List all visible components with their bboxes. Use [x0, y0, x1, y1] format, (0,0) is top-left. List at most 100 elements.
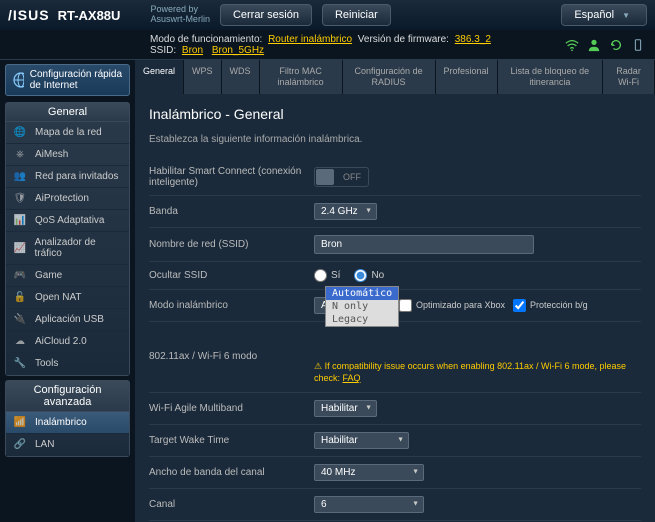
ssid2-link[interactable]: Bron_5GHz: [212, 45, 264, 56]
mode-option-automático[interactable]: Automático: [326, 287, 398, 300]
sidebar-item-label: Mapa de la red: [35, 127, 102, 138]
bg-checkbox-label[interactable]: Protección b/g: [513, 299, 588, 312]
sidebar-icon: ☁: [12, 336, 28, 347]
usb-icon[interactable]: [631, 38, 645, 52]
subheader: Modo de funcionamiento: Router inalámbri…: [0, 30, 655, 60]
mode-link[interactable]: Router inalámbrico: [268, 34, 352, 45]
sidebar-icon: 🔗: [12, 439, 28, 450]
bg-text: Protección b/g: [530, 300, 588, 310]
sidebar-item-aplicación-usb[interactable]: 🔌 Aplicación USB: [6, 309, 129, 331]
ax-warn-text: If compatibility issue occurs when enabl…: [314, 361, 626, 384]
sidebar-icon: 🎮: [12, 270, 28, 281]
ch-label: Canal: [149, 499, 314, 510]
row-bandwidth: Ancho de banda del canal 40 MHz: [149, 457, 641, 489]
sidebar-item-inalámbrico[interactable]: 📶Inalámbrico: [6, 412, 129, 434]
sidebar-item-game[interactable]: 🎮Game: [6, 265, 129, 287]
hide-ssid-yes[interactable]: Sí: [314, 269, 340, 282]
twt-select[interactable]: Habilitar: [314, 432, 409, 449]
sidebar-item-aicloud-2.0[interactable]: ☁ AiCloud 2.0: [6, 331, 129, 353]
row-smart-connect: Habilitar Smart Connect (conexión inteli…: [149, 159, 641, 196]
ssid-input[interactable]: [314, 235, 534, 254]
ssid-field-label: Nombre de red (SSID): [149, 239, 314, 250]
ssid1-link[interactable]: Bron: [182, 45, 203, 56]
sidebar-item-qos-adaptativa[interactable]: 📊QoS Adaptativa: [6, 210, 129, 232]
hide-ssid-yes-radio[interactable]: [314, 269, 327, 282]
tab-configuración-de-radius[interactable]: Configuración de RADIUS: [343, 60, 436, 94]
sidebar-icon: 🌐: [12, 127, 28, 138]
page-desc: Establezca la siguiente información inal…: [149, 134, 641, 145]
language-selector[interactable]: Español: [561, 4, 647, 26]
sidebar-advanced-head: Configuración avanzada: [6, 381, 129, 412]
user-icon[interactable]: [587, 38, 601, 52]
sidebar-item-mapa-de-la-red[interactable]: 🌐 Mapa de la red: [6, 122, 129, 144]
reboot-button[interactable]: Reiniciar: [322, 4, 391, 26]
sidebar-item-lan[interactable]: 🔗 LAN: [6, 434, 129, 456]
sidebar-item-label: AiCloud 2.0: [35, 336, 87, 347]
tabs: GeneralWPSWDSFiltro MAC inalámbricoConfi…: [135, 60, 655, 94]
tab-general[interactable]: General: [135, 60, 184, 94]
hide-ssid-no[interactable]: No: [354, 269, 384, 282]
ax-warning: ⚠ If compatibility issue occurs when ena…: [314, 360, 641, 385]
logout-button[interactable]: Cerrar sesión: [220, 4, 312, 26]
row-ax-mode: 802.11ax / Wi-Fi 6 modo Habilitar ⚠ If c…: [149, 322, 641, 393]
page-title: Inalámbrico - General: [149, 106, 641, 122]
sidebar-icon: 🔌: [12, 314, 28, 325]
ax-label: 802.11ax / Wi-Fi 6 modo: [149, 351, 314, 362]
smart-connect-label: Habilitar Smart Connect (conexión inteli…: [149, 166, 314, 188]
sidebar-item-tools[interactable]: 🔧Tools: [6, 353, 129, 375]
xbox-checkbox-label[interactable]: Optimizado para Xbox: [399, 299, 505, 312]
tab-wps[interactable]: WPS: [184, 60, 222, 94]
bg-checkbox[interactable]: [513, 299, 526, 312]
row-band: Banda 2.4 GHz: [149, 196, 641, 228]
agile-select[interactable]: Habilitar: [314, 400, 377, 417]
powered-name: Asuswrt-Merlin: [150, 15, 210, 25]
bw-select[interactable]: 40 MHz: [314, 464, 424, 481]
qis-button[interactable]: Configuración rápida de Internet: [5, 64, 130, 96]
hide-no-text: No: [371, 270, 384, 281]
wifi-icon[interactable]: [565, 38, 579, 52]
tab-radar-wi-fi[interactable]: Radar Wi-Fi: [603, 60, 655, 94]
sidebar-icon: 📶: [12, 417, 28, 428]
globe-icon: [12, 71, 24, 89]
refresh-icon[interactable]: [609, 38, 623, 52]
sidebar-item-label: LAN: [35, 439, 54, 450]
sidebar-icon: 🔧: [12, 358, 28, 369]
sidebar-item-label: AiMesh: [35, 149, 68, 160]
sidebar-item-analizador-de-tráfico[interactable]: 📈Analizador de tráfico: [6, 232, 129, 265]
sidebar-icon: 📊: [12, 215, 28, 226]
tab-wds[interactable]: WDS: [222, 60, 260, 94]
ch-select[interactable]: 6: [314, 496, 424, 513]
xbox-text: Optimizado para Xbox: [416, 300, 505, 310]
hide-ssid-no-radio[interactable]: [354, 269, 367, 282]
sidebar-icon: 🛡: [12, 193, 28, 204]
tab-filtro-mac-inalámbrico[interactable]: Filtro MAC inalámbrico: [260, 60, 343, 94]
hide-ssid-label: Ocultar SSID: [149, 270, 314, 281]
fw-link[interactable]: 386.3_2: [455, 34, 491, 45]
row-ssid: Nombre de red (SSID): [149, 228, 641, 262]
band-select[interactable]: 2.4 GHz: [314, 203, 377, 220]
xbox-checkbox[interactable]: [399, 299, 412, 312]
sidebar-item-red-para-invitados[interactable]: 👥Red para invitados: [6, 166, 129, 188]
sidebar-icon: ⎈: [12, 149, 28, 160]
status-icons: [565, 38, 645, 52]
sidebar-icon: 👥: [12, 171, 28, 182]
tab-lista-de-bloqueo-de-itinerancia[interactable]: Lista de bloqueo de itinerancia: [498, 60, 604, 94]
mode-option-legacy[interactable]: Legacy: [326, 313, 398, 326]
row-twt: Target Wake Time Habilitar: [149, 425, 641, 457]
sidebar-general-head: General: [6, 103, 129, 122]
sidebar-item-aimesh[interactable]: ⎈ AiMesh: [6, 144, 129, 166]
sidebar-item-open-nat[interactable]: 🔓Open NAT: [6, 287, 129, 309]
sidebar-item-label: Aplicación USB: [35, 314, 104, 325]
subheader-line1: Modo de funcionamiento: Router inalámbri…: [150, 34, 494, 56]
mode-option-n-only[interactable]: N only: [326, 300, 398, 313]
model-name: RT-AX88U: [58, 8, 121, 23]
bw-label: Ancho de banda del canal: [149, 467, 314, 478]
sidebar-item-aiprotection[interactable]: 🛡AiProtection: [6, 188, 129, 210]
faq-link[interactable]: FAQ: [343, 373, 361, 383]
brand-logo: /ISUS: [8, 7, 50, 23]
smart-connect-toggle[interactable]: OFF: [314, 167, 369, 187]
tab-profesional[interactable]: Profesional: [436, 60, 498, 94]
sidebar: Configuración rápida de Internet General…: [0, 60, 135, 522]
header: /ISUS RT-AX88U Powered by Asuswrt-Merlin…: [0, 0, 655, 30]
hide-yes-text: Sí: [331, 270, 340, 281]
